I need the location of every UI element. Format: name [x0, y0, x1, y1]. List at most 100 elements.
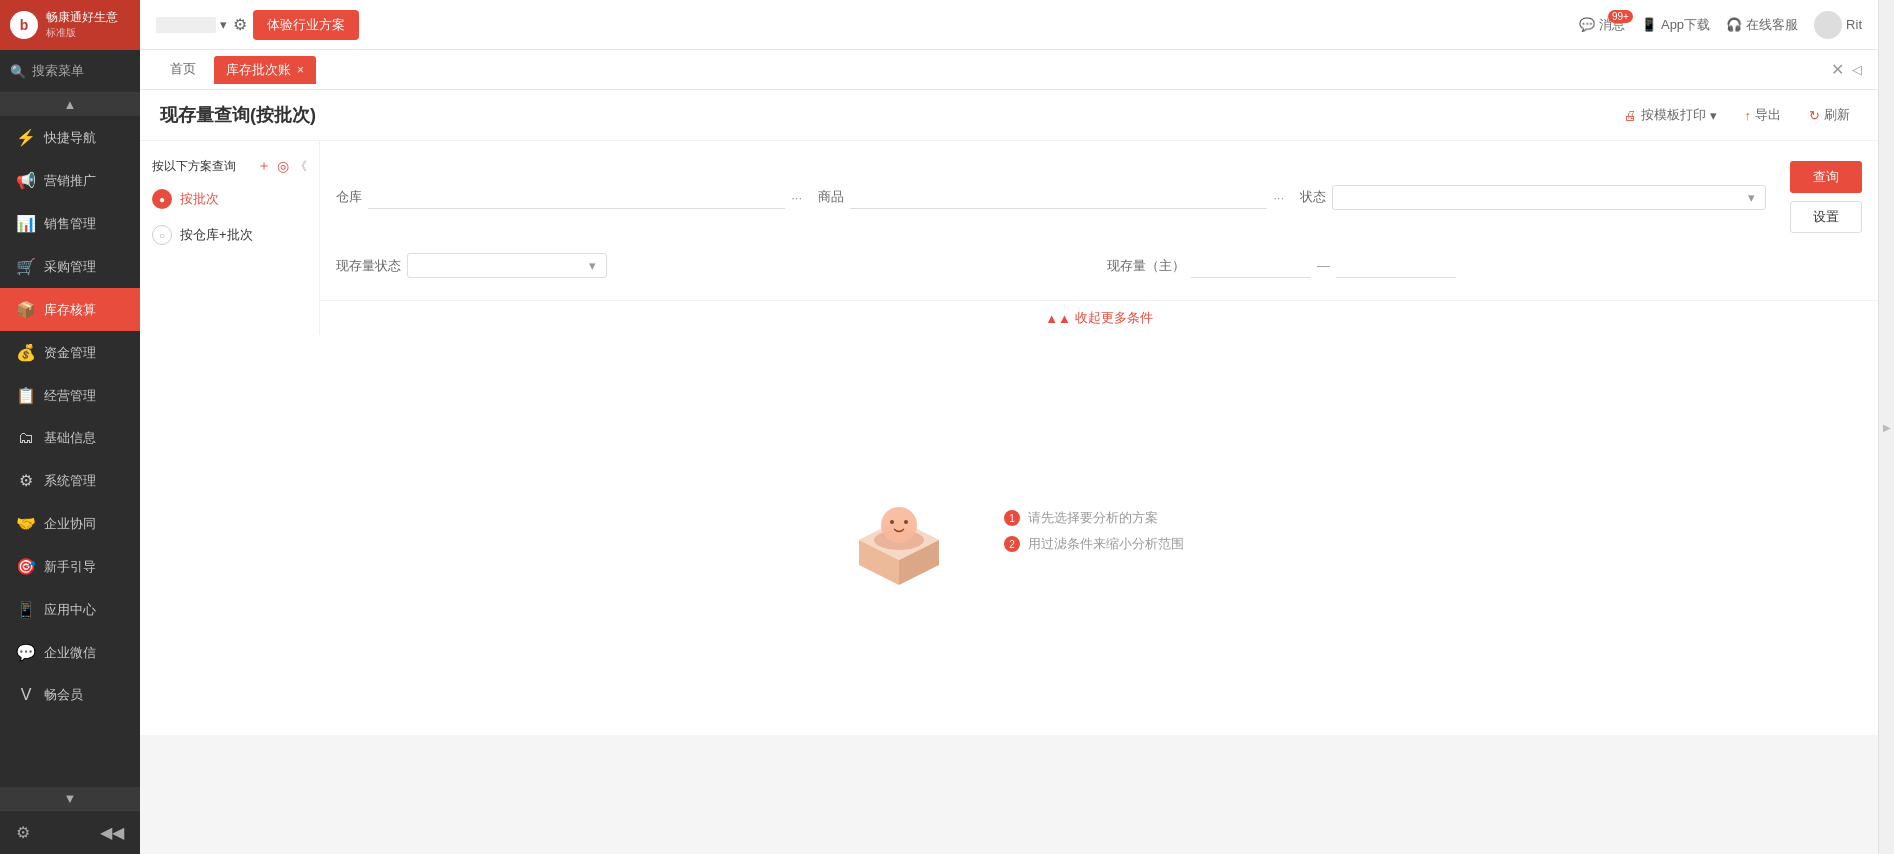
topbar-dropdown[interactable]: ▾ [156, 17, 227, 33]
newcomer-icon: 🎯 [16, 557, 36, 576]
refresh-icon: ↻ [1809, 108, 1820, 123]
app-download-group[interactable]: 📱 App下载 [1641, 16, 1710, 34]
close-panel-icon[interactable]: ✕ [1831, 60, 1844, 79]
vip-icon: V [16, 686, 36, 704]
tab-inventory-batch[interactable]: 库存批次账 × [214, 56, 316, 84]
stock-status-label: 现存量状态 [336, 257, 401, 275]
sidebar-nav: ⚡ 快捷导航 📢 营销推广 📊 销售管理 🛒 采购管理 📦 库存核算 💰 资金管… [0, 116, 140, 787]
sidebar-item-inventory[interactable]: 📦 库存核算 [0, 288, 140, 331]
warehouse-field: 仓库 ··· [336, 185, 802, 209]
user-group[interactable]: Rit [1814, 11, 1862, 39]
empty-illustration [834, 470, 964, 600]
sidebar-item-vip[interactable]: V 畅会员 [0, 674, 140, 716]
sidebar-item-app-center[interactable]: 📱 应用中心 [0, 588, 140, 631]
quick-nav-icon: ⚡ [16, 128, 36, 147]
warehouse-input[interactable] [368, 185, 785, 209]
tabs-right: ✕ ◁ [1831, 60, 1862, 79]
scheme-item-by-warehouse-batch[interactable]: ○ 按仓库+批次 [140, 217, 319, 253]
mobile-icon: 📱 [1641, 17, 1657, 32]
sidebar-item-purchase[interactable]: 🛒 采购管理 [0, 245, 140, 288]
search-icon: 🔍 [10, 64, 26, 79]
sidebar-item-basic-info[interactable]: 🗂 基础信息 [0, 417, 140, 459]
topbar-left: ▾ ⚙ 体验行业方案 [156, 10, 1569, 40]
sidebar-item-marketing[interactable]: 📢 营销推广 [0, 159, 140, 202]
step-num-2: 2 [1004, 536, 1020, 552]
app-center-icon: 📱 [16, 600, 36, 619]
sidebar-item-system[interactable]: ⚙ 系统管理 [0, 459, 140, 502]
sidebar-item-finance[interactable]: 💰 资金管理 [0, 331, 140, 374]
sidebar-item-label: 系统管理 [44, 472, 96, 490]
collapse-scheme-icon[interactable]: 《 [295, 158, 307, 175]
enterprise-icon: 🤝 [16, 514, 36, 533]
collapse-sidebar-icon[interactable]: ◀◀ [100, 823, 124, 842]
sidebar-item-label: 营销推广 [44, 172, 96, 190]
basic-info-icon: 🗂 [16, 429, 36, 447]
filter-scheme-title: 按以下方案查询 [152, 158, 236, 175]
product-dots[interactable]: ··· [1273, 190, 1284, 205]
app-download-label: App下载 [1661, 16, 1710, 34]
tab-close-icon[interactable]: × [297, 63, 304, 77]
warehouse-dots[interactable]: ··· [791, 190, 802, 205]
filter-area: 按以下方案查询 ＋ ◎ 《 ● 按批次 ○ 按仓库+批次 [140, 141, 1878, 335]
sidebar-item-sales[interactable]: 📊 销售管理 [0, 202, 140, 245]
brand-logo: b [10, 11, 38, 39]
brand-edition: 标准版 [46, 26, 118, 40]
print-button[interactable]: 🖨 按模板打印 ▾ [1616, 102, 1725, 128]
product-input[interactable] [850, 185, 1267, 209]
stock-quantity-from-input[interactable] [1191, 254, 1311, 278]
product-field: 商品 ··· [818, 185, 1284, 209]
sidebar-item-label: 畅会员 [44, 686, 83, 704]
setting-button[interactable]: 设置 [1790, 201, 1862, 233]
messages-group[interactable]: 💬 消息 99+ [1579, 16, 1625, 34]
brand-name: 畅康通好生意 [46, 10, 118, 26]
stock-quantity-to-input[interactable] [1336, 254, 1456, 278]
add-scheme-icon[interactable]: ＋ [257, 157, 271, 175]
sidebar-item-label: 新手引导 [44, 558, 96, 576]
page-title: 现存量查询(按批次) [160, 103, 316, 127]
settings-icon[interactable]: ⚙ [16, 823, 30, 842]
warehouse-label: 仓库 [336, 188, 362, 206]
sidebar-item-wechat[interactable]: 💬 企业微信 [0, 631, 140, 674]
scheme-label: 按批次 [180, 190, 219, 208]
collapse-more-conditions-button[interactable]: ▲▲ 收起更多条件 [320, 300, 1878, 335]
collapse-label: 收起更多条件 [1075, 309, 1153, 327]
tab-home-label: 首页 [170, 60, 196, 78]
headset-icon: 🎧 [1726, 17, 1742, 32]
scheme-item-by-batch[interactable]: ● 按批次 [140, 181, 319, 217]
filter-buttons: 查询 设置 [1782, 151, 1862, 243]
page-actions: 🖨 按模板打印 ▾ ↑ 导出 ↻ 刷新 [1616, 102, 1859, 128]
stock-status-select[interactable]: ▾ [407, 253, 607, 278]
finance-icon: 💰 [16, 343, 36, 362]
print-dropdown-icon[interactable]: ▾ [1710, 108, 1717, 123]
right-panel[interactable]: ▶ [1878, 0, 1894, 854]
status-select[interactable]: ▾ [1332, 185, 1766, 210]
sidebar-item-newcomer[interactable]: 🎯 新手引导 [0, 545, 140, 588]
tabs-bar: 首页 库存批次账 × ✕ ◁ [140, 50, 1878, 90]
refresh-button[interactable]: ↻ 刷新 [1801, 102, 1858, 128]
tab-home[interactable]: 首页 [156, 52, 210, 88]
sidebar-item-label: 资金管理 [44, 344, 96, 362]
export-label: 导出 [1755, 106, 1781, 124]
wechat-icon: 💬 [16, 643, 36, 662]
expand-icon[interactable]: ◁ [1852, 62, 1862, 77]
query-button[interactable]: 查询 [1790, 161, 1862, 193]
trial-button[interactable]: 体验行业方案 [253, 10, 359, 40]
page-content: 现存量查询(按批次) 🖨 按模板打印 ▾ ↑ 导出 ↻ 刷新 [140, 90, 1878, 854]
sidebar-item-enterprise[interactable]: 🤝 企业协同 [0, 502, 140, 545]
sidebar-scroll-up[interactable]: ▲ [0, 93, 140, 116]
svg-point-6 [890, 520, 894, 524]
topbar-gear-icon[interactable]: ⚙ [233, 15, 247, 34]
sidebar-scroll-down[interactable]: ▼ [0, 787, 140, 810]
search-menu-label: 搜索菜单 [32, 62, 84, 80]
online-service-group[interactable]: 🎧 在线客服 [1726, 16, 1798, 34]
sidebar-item-operations[interactable]: 📋 经营管理 [0, 374, 140, 417]
search-menu-section[interactable]: 🔍 搜索菜单 [0, 50, 140, 93]
purchase-icon: 🛒 [16, 257, 36, 276]
sidebar-item-quick-nav[interactable]: ⚡ 快捷导航 [0, 116, 140, 159]
search-menu-button[interactable]: 🔍 搜索菜单 [10, 58, 130, 84]
scheme-label: 按仓库+批次 [180, 226, 253, 244]
stock-quantity-label: 现存量（主） [1107, 257, 1185, 275]
scheme-settings-icon[interactable]: ◎ [277, 158, 289, 174]
export-button[interactable]: ↑ 导出 [1737, 102, 1790, 128]
filter-scheme-actions: ＋ ◎ 《 [257, 157, 307, 175]
